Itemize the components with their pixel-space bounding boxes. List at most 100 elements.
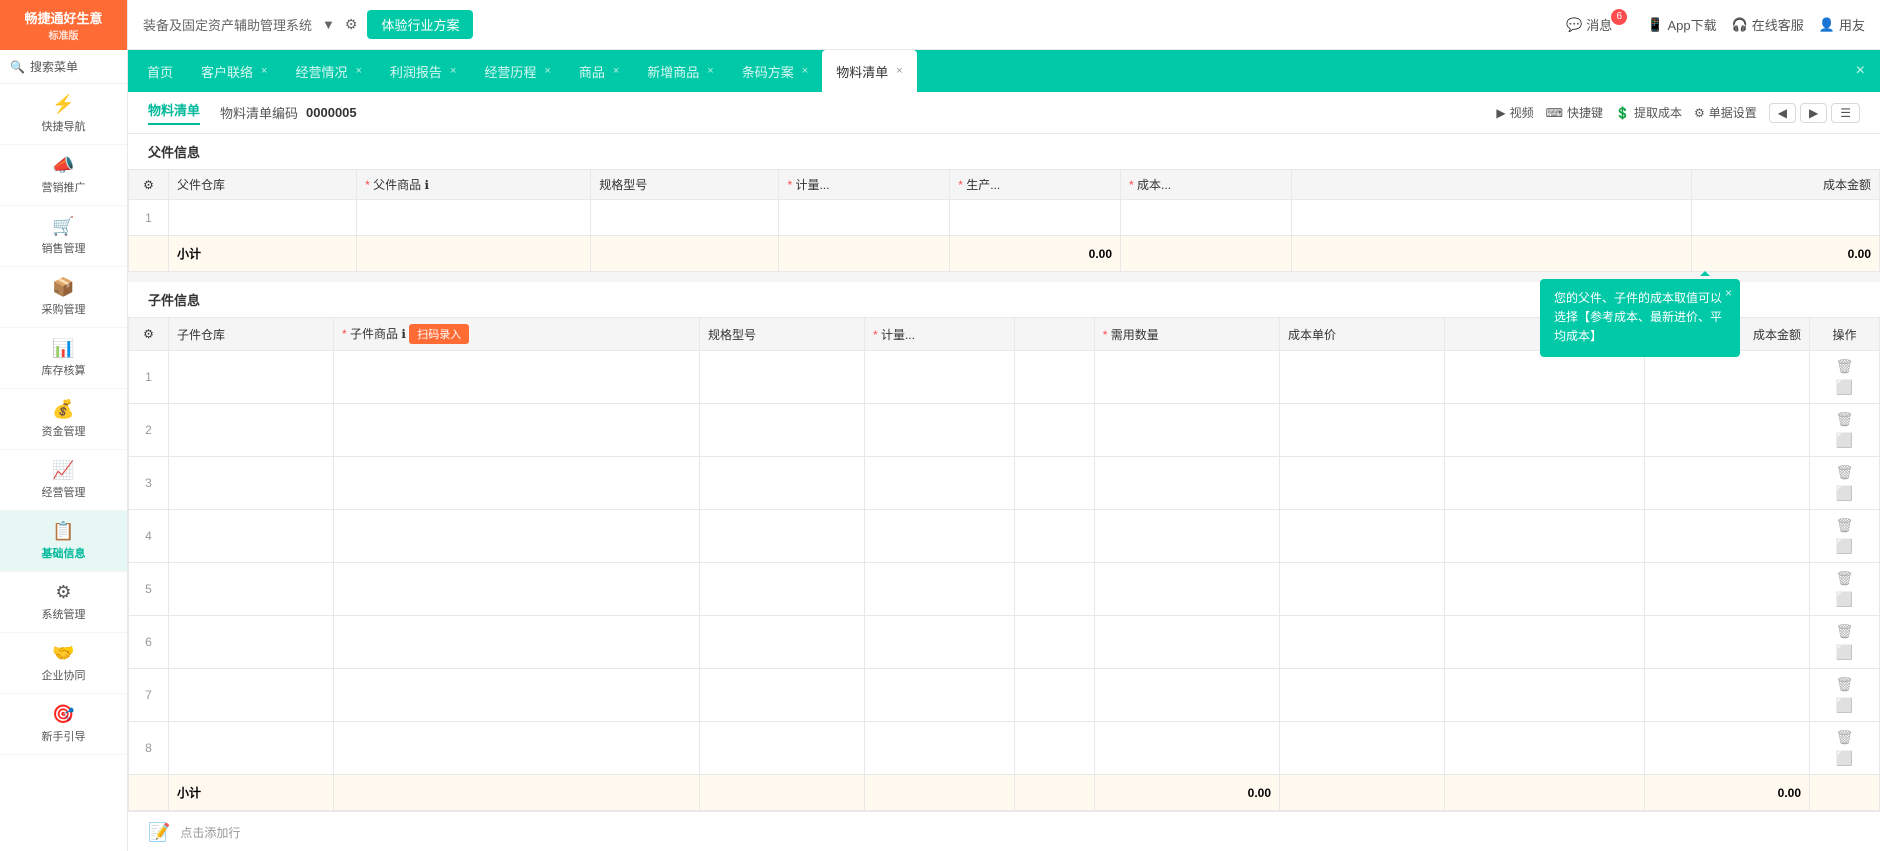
- tab-new-goods[interactable]: 新增商品 ×: [633, 50, 727, 92]
- child-row-8-goods[interactable]: [333, 722, 699, 775]
- child-row-3-spec[interactable]: [699, 457, 864, 510]
- tab-goods-close[interactable]: ×: [613, 65, 619, 77]
- delete-row-4-btn[interactable]: 🗑: [1832, 515, 1858, 536]
- child-row-2-unitprice[interactable]: [1280, 404, 1445, 457]
- online-service-btn[interactable]: 🎧 在线客服: [1732, 15, 1804, 34]
- child-row-5-goods[interactable]: [333, 563, 699, 616]
- sidebar-item-purchase[interactable]: 📦 采购管理: [0, 267, 127, 328]
- child-row-1-qty[interactable]: [1094, 351, 1279, 404]
- tab-profit[interactable]: 利润报告 ×: [376, 50, 470, 92]
- child-row-4-warehouse[interactable]: [169, 510, 334, 563]
- sidebar-item-inventory[interactable]: 📊 库存核算: [0, 328, 127, 389]
- prev-btn[interactable]: ◀: [1769, 103, 1796, 123]
- child-row-6-warehouse[interactable]: [169, 616, 334, 669]
- child-row-7-spec[interactable]: [699, 669, 864, 722]
- child-row-8-unit[interactable]: [864, 722, 1014, 775]
- shortcut-btn[interactable]: ⌨ 快捷键: [1546, 104, 1603, 121]
- tab-bom-close[interactable]: ×: [896, 65, 902, 77]
- child-row-1-unit[interactable]: [864, 351, 1014, 404]
- delete-row-2-btn[interactable]: 🗑: [1832, 409, 1858, 430]
- sidebar-item-quick-nav[interactable]: ⚡ 快捷导航: [0, 84, 127, 145]
- tab-home[interactable]: 首页: [133, 50, 187, 92]
- copy-row-8-btn[interactable]: ⬜: [1832, 748, 1857, 769]
- child-row-6-qty[interactable]: [1094, 616, 1279, 669]
- child-row-1-goods[interactable]: [333, 351, 699, 404]
- sidebar-item-finance[interactable]: 💰 资金管理: [0, 389, 127, 450]
- scan-input-btn[interactable]: 扫码录入: [409, 324, 469, 344]
- tab-goods[interactable]: 商品 ×: [565, 50, 633, 92]
- child-row-5-unit[interactable]: [864, 563, 1014, 616]
- child-row-6-spec[interactable]: [699, 616, 864, 669]
- delete-row-5-btn[interactable]: 🗑: [1832, 568, 1858, 589]
- tab-customer[interactable]: 客户联络 ×: [187, 50, 281, 92]
- child-row-8-qty[interactable]: [1094, 722, 1279, 775]
- tab-profit-close[interactable]: ×: [450, 65, 456, 77]
- child-row-3-unitprice[interactable]: [1280, 457, 1445, 510]
- child-row-7-unit[interactable]: [864, 669, 1014, 722]
- child-row-8-unitprice[interactable]: [1280, 722, 1445, 775]
- sidebar-item-operations[interactable]: 📈 经营管理: [0, 450, 127, 511]
- child-row-4-spec[interactable]: [699, 510, 864, 563]
- tab-bom[interactable]: 物料清单 ×: [822, 50, 916, 92]
- copy-row-1-btn[interactable]: ⬜: [1832, 377, 1857, 398]
- child-row-5-qty[interactable]: [1094, 563, 1279, 616]
- delete-row-8-btn[interactable]: 🗑: [1832, 727, 1858, 748]
- sidebar-item-marketing[interactable]: 📣 营销推广: [0, 145, 127, 206]
- single-settings-btn[interactable]: ⚙ 单据设置: [1694, 104, 1757, 121]
- next-btn[interactable]: ▶: [1800, 103, 1827, 123]
- view-btn[interactable]: ▶ 视频: [1496, 104, 1533, 121]
- child-row-5-warehouse[interactable]: [169, 563, 334, 616]
- child-row-4-unit[interactable]: [864, 510, 1014, 563]
- child-row-5-unitprice[interactable]: [1280, 563, 1445, 616]
- list-view-btn[interactable]: ☰: [1831, 103, 1860, 123]
- tab-operations[interactable]: 经营情况 ×: [281, 50, 375, 92]
- message-btn[interactable]: 💬 消息 6: [1566, 15, 1632, 34]
- parent-row-1-goods[interactable]: [357, 200, 591, 236]
- child-row-2-warehouse[interactable]: [169, 404, 334, 457]
- child-row-6-goods[interactable]: [333, 616, 699, 669]
- tab-barcode[interactable]: 条码方案 ×: [728, 50, 822, 92]
- tab-barcode-close[interactable]: ×: [802, 65, 808, 77]
- experience-btn[interactable]: 体验行业方案: [367, 10, 473, 39]
- parent-row-1-spec[interactable]: [591, 200, 779, 236]
- child-row-3-qty[interactable]: [1094, 457, 1279, 510]
- sidebar-item-system[interactable]: ⚙ 系统管理: [0, 572, 127, 633]
- child-row-4-unitprice[interactable]: [1280, 510, 1445, 563]
- child-row-5-spec[interactable]: [699, 563, 864, 616]
- child-row-8-warehouse[interactable]: [169, 722, 334, 775]
- child-row-3-warehouse[interactable]: [169, 457, 334, 510]
- sidebar-item-sales[interactable]: 🛒 销售管理: [0, 206, 127, 267]
- child-row-3-goods[interactable]: [333, 457, 699, 510]
- copy-row-3-btn[interactable]: ⬜: [1832, 483, 1857, 504]
- child-row-7-warehouse[interactable]: [169, 669, 334, 722]
- delete-row-1-btn[interactable]: 🗑: [1832, 356, 1858, 377]
- copy-row-7-btn[interactable]: ⬜: [1832, 695, 1857, 716]
- parent-row-1-produce[interactable]: [950, 200, 1121, 236]
- copy-row-6-btn[interactable]: ⬜: [1832, 642, 1857, 663]
- parent-col-settings[interactable]: ⚙: [129, 170, 169, 200]
- child-row-2-spec[interactable]: [699, 404, 864, 457]
- copy-row-5-btn[interactable]: ⬜: [1832, 589, 1857, 610]
- copy-row-2-btn[interactable]: ⬜: [1832, 430, 1857, 451]
- gear-settings-icon[interactable]: ⚙: [345, 16, 358, 33]
- parent-row-1-cost[interactable]: [1121, 200, 1292, 236]
- copy-row-4-btn[interactable]: ⬜: [1832, 536, 1857, 557]
- parent-row-1-unit[interactable]: [779, 200, 950, 236]
- tooltip-close-btn[interactable]: ×: [1725, 284, 1732, 303]
- app-download-btn[interactable]: 📱 App下载: [1647, 15, 1716, 34]
- tab-customer-close[interactable]: ×: [261, 65, 267, 77]
- tab-history[interactable]: 经营历程 ×: [470, 50, 564, 92]
- child-row-3-unit[interactable]: [864, 457, 1014, 510]
- sub-tab-bom-list[interactable]: 物料清单: [148, 100, 200, 125]
- sidebar-item-enterprise[interactable]: 🤝 企业协同: [0, 633, 127, 694]
- sidebar-item-basic-info[interactable]: 📋 基础信息: [0, 511, 127, 572]
- dropdown-arrow-icon[interactable]: ▼: [322, 17, 335, 32]
- child-row-7-qty[interactable]: [1094, 669, 1279, 722]
- child-col-settings[interactable]: ⚙: [129, 318, 169, 351]
- tab-new-goods-close[interactable]: ×: [707, 65, 713, 77]
- child-row-7-goods[interactable]: [333, 669, 699, 722]
- child-row-1-unitprice[interactable]: [1280, 351, 1445, 404]
- child-row-6-unit[interactable]: [864, 616, 1014, 669]
- delete-row-7-btn[interactable]: 🗑: [1832, 674, 1858, 695]
- sidebar-item-search[interactable]: 🔍 搜索菜单: [0, 50, 127, 84]
